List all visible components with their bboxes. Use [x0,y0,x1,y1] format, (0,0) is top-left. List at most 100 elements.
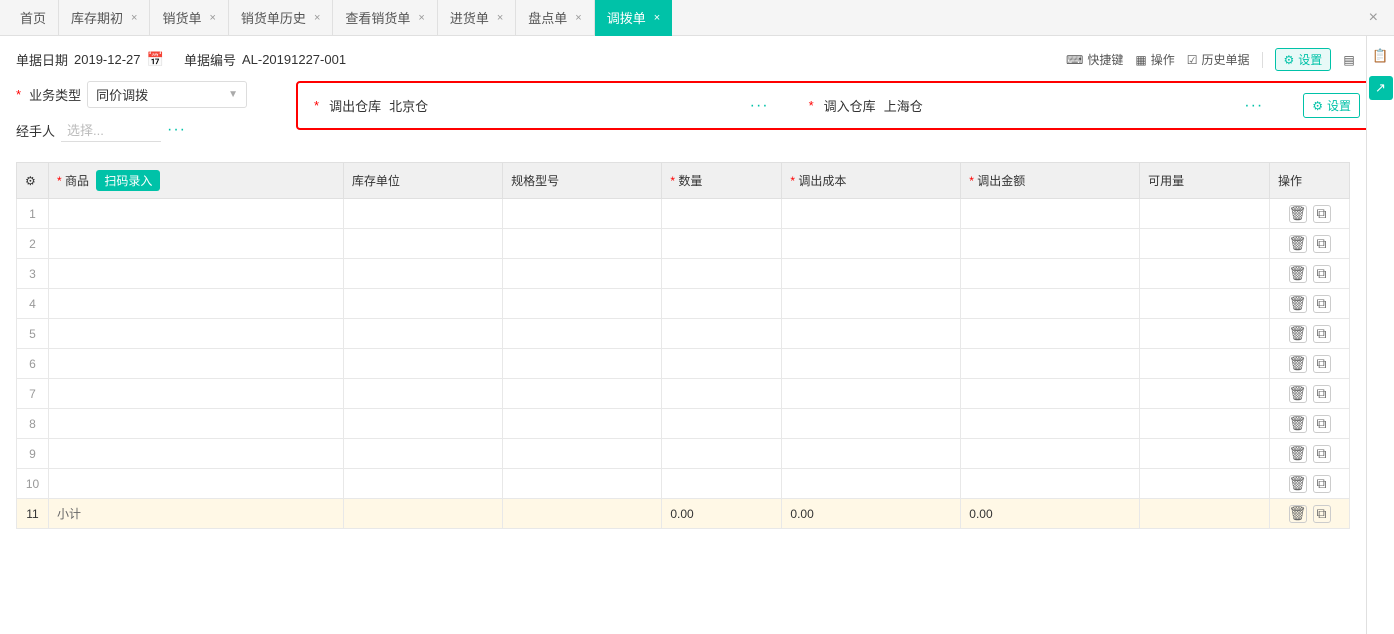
scrollbar-area[interactable]: ⚙ 商品 扫码录入 库存单位 规格型号 数量 调出成本 调出金额 可用量 操作 [16,162,1350,529]
cell-product-9[interactable] [49,439,344,469]
cell-spec-6[interactable] [503,349,662,379]
cell-amount-3[interactable] [961,259,1140,289]
cell-cost-10[interactable] [782,469,961,499]
cell-amount-6[interactable] [961,349,1140,379]
copy-icon-2[interactable]: ⧉ [1313,235,1331,253]
cell-spec-2[interactable] [503,229,662,259]
copy-icon-8[interactable]: ⧉ [1313,415,1331,433]
cell-spec-5[interactable] [503,319,662,349]
cell-product-1[interactable] [49,199,344,229]
tab-inventory-check-close[interactable]: × [575,12,581,24]
cell-cost-4[interactable] [782,289,961,319]
copy-icon-5[interactable]: ⧉ [1313,325,1331,343]
delete-icon-7[interactable]: 🗑 [1289,385,1307,403]
tab-sales-history[interactable]: 销货单历史 × [229,0,333,36]
column-settings-button[interactable]: ⚙ 设置 [1303,93,1360,118]
delete-icon[interactable]: 🗑 [1289,505,1307,523]
scan-button[interactable]: 扫码录入 [96,170,160,191]
delete-icon-10[interactable]: 🗑 [1289,475,1307,493]
cell-unit-4[interactable] [343,289,502,319]
delete-icon-6[interactable]: 🗑 [1289,355,1307,373]
tab-view-sales[interactable]: 查看销货单 × [333,0,437,36]
handler-more-button[interactable]: ··· [167,121,186,139]
calendar-icon[interactable]: 📅 [147,51,164,68]
cell-product-2[interactable] [49,229,344,259]
settings-toolbar-button[interactable]: ⚙ 设置 [1275,48,1332,71]
cell-product-4[interactable] [49,289,344,319]
tab-inventory-init[interactable]: 库存期初 × [59,0,150,36]
cell-product-3[interactable] [49,259,344,289]
tab-transfer-close[interactable]: × [654,12,660,24]
cell-product-10[interactable] [49,469,344,499]
delete-icon-5[interactable]: 🗑 [1289,325,1307,343]
cell-product-8[interactable] [49,409,344,439]
cell-cost-8[interactable] [782,409,961,439]
tab-view-sales-close[interactable]: × [418,12,424,24]
delete-icon-4[interactable]: 🗑 [1289,295,1307,313]
delete-icon-9[interactable]: 🗑 [1289,445,1307,463]
cell-unit-2[interactable] [343,229,502,259]
copy-icon[interactable]: ⧉ [1313,505,1331,523]
cell-qty-1[interactable] [662,199,782,229]
col-gear[interactable]: ⚙ [17,163,49,199]
cell-amount-4[interactable] [961,289,1140,319]
copy-icon-7[interactable]: ⧉ [1313,385,1331,403]
tab-inventory-check[interactable]: 盘点单 × [516,0,594,36]
tab-sales-order-close[interactable]: × [209,12,215,24]
cell-spec-1[interactable] [503,199,662,229]
cell-qty-5[interactable] [662,319,782,349]
cell-cost-2[interactable] [782,229,961,259]
window-close-button[interactable]: × [1361,9,1386,27]
cell-spec-4[interactable] [503,289,662,319]
cell-qty-7[interactable] [662,379,782,409]
in-warehouse-more-button[interactable]: ··· [1244,97,1263,115]
cell-amount-7[interactable] [961,379,1140,409]
cell-spec-7[interactable] [503,379,662,409]
cell-cost-6[interactable] [782,349,961,379]
cell-amount-8[interactable] [961,409,1140,439]
cell-cost-1[interactable] [782,199,961,229]
cell-qty-9[interactable] [662,439,782,469]
cell-qty-3[interactable] [662,259,782,289]
delete-icon-3[interactable]: 🗑 [1289,265,1307,283]
layout-button[interactable]: ▤ [1343,53,1354,67]
cell-amount-1[interactable] [961,199,1140,229]
cell-unit-9[interactable] [343,439,502,469]
cell-amount-10[interactable] [961,469,1140,499]
history-button[interactable]: ☑ 历史单据 [1187,51,1250,68]
cell-spec-9[interactable] [503,439,662,469]
cell-amount-9[interactable] [961,439,1140,469]
cell-spec-8[interactable] [503,409,662,439]
cell-cost-7[interactable] [782,379,961,409]
copy-icon-9[interactable]: ⧉ [1313,445,1331,463]
cell-unit-1[interactable] [343,199,502,229]
tab-purchase-close[interactable]: × [497,12,503,24]
cell-cost-3[interactable] [782,259,961,289]
cell-qty-8[interactable] [662,409,782,439]
cell-product-5[interactable] [49,319,344,349]
cell-product-6[interactable] [49,349,344,379]
cell-qty-6[interactable] [662,349,782,379]
copy-icon-10[interactable]: ⧉ [1313,475,1331,493]
biz-type-select[interactable]: 同价调拨 ▼ [87,81,247,108]
copy-icon-1[interactable]: ⧉ [1313,205,1331,223]
copy-icon-3[interactable]: ⧉ [1313,265,1331,283]
cell-qty-10[interactable] [662,469,782,499]
tab-inventory-init-close[interactable]: × [131,12,137,24]
cell-qty-2[interactable] [662,229,782,259]
cell-cost-9[interactable] [782,439,961,469]
tab-purchase[interactable]: 进货单 × [438,0,516,36]
operation-button[interactable]: ▦ 操作 [1135,51,1174,68]
cell-unit-5[interactable] [343,319,502,349]
delete-icon-2[interactable]: 🗑 [1289,235,1307,253]
cell-unit-7[interactable] [343,379,502,409]
cell-unit-8[interactable] [343,409,502,439]
cell-spec-10[interactable] [503,469,662,499]
right-panel-doc-button[interactable]: 📋 [1369,44,1393,68]
delete-icon-8[interactable]: 🗑 [1289,415,1307,433]
out-warehouse-more-button[interactable]: ··· [750,97,769,115]
tab-sales-order[interactable]: 销货单 × [150,0,228,36]
cell-unit-6[interactable] [343,349,502,379]
cell-unit-3[interactable] [343,259,502,289]
tab-sales-history-close[interactable]: × [314,12,320,24]
